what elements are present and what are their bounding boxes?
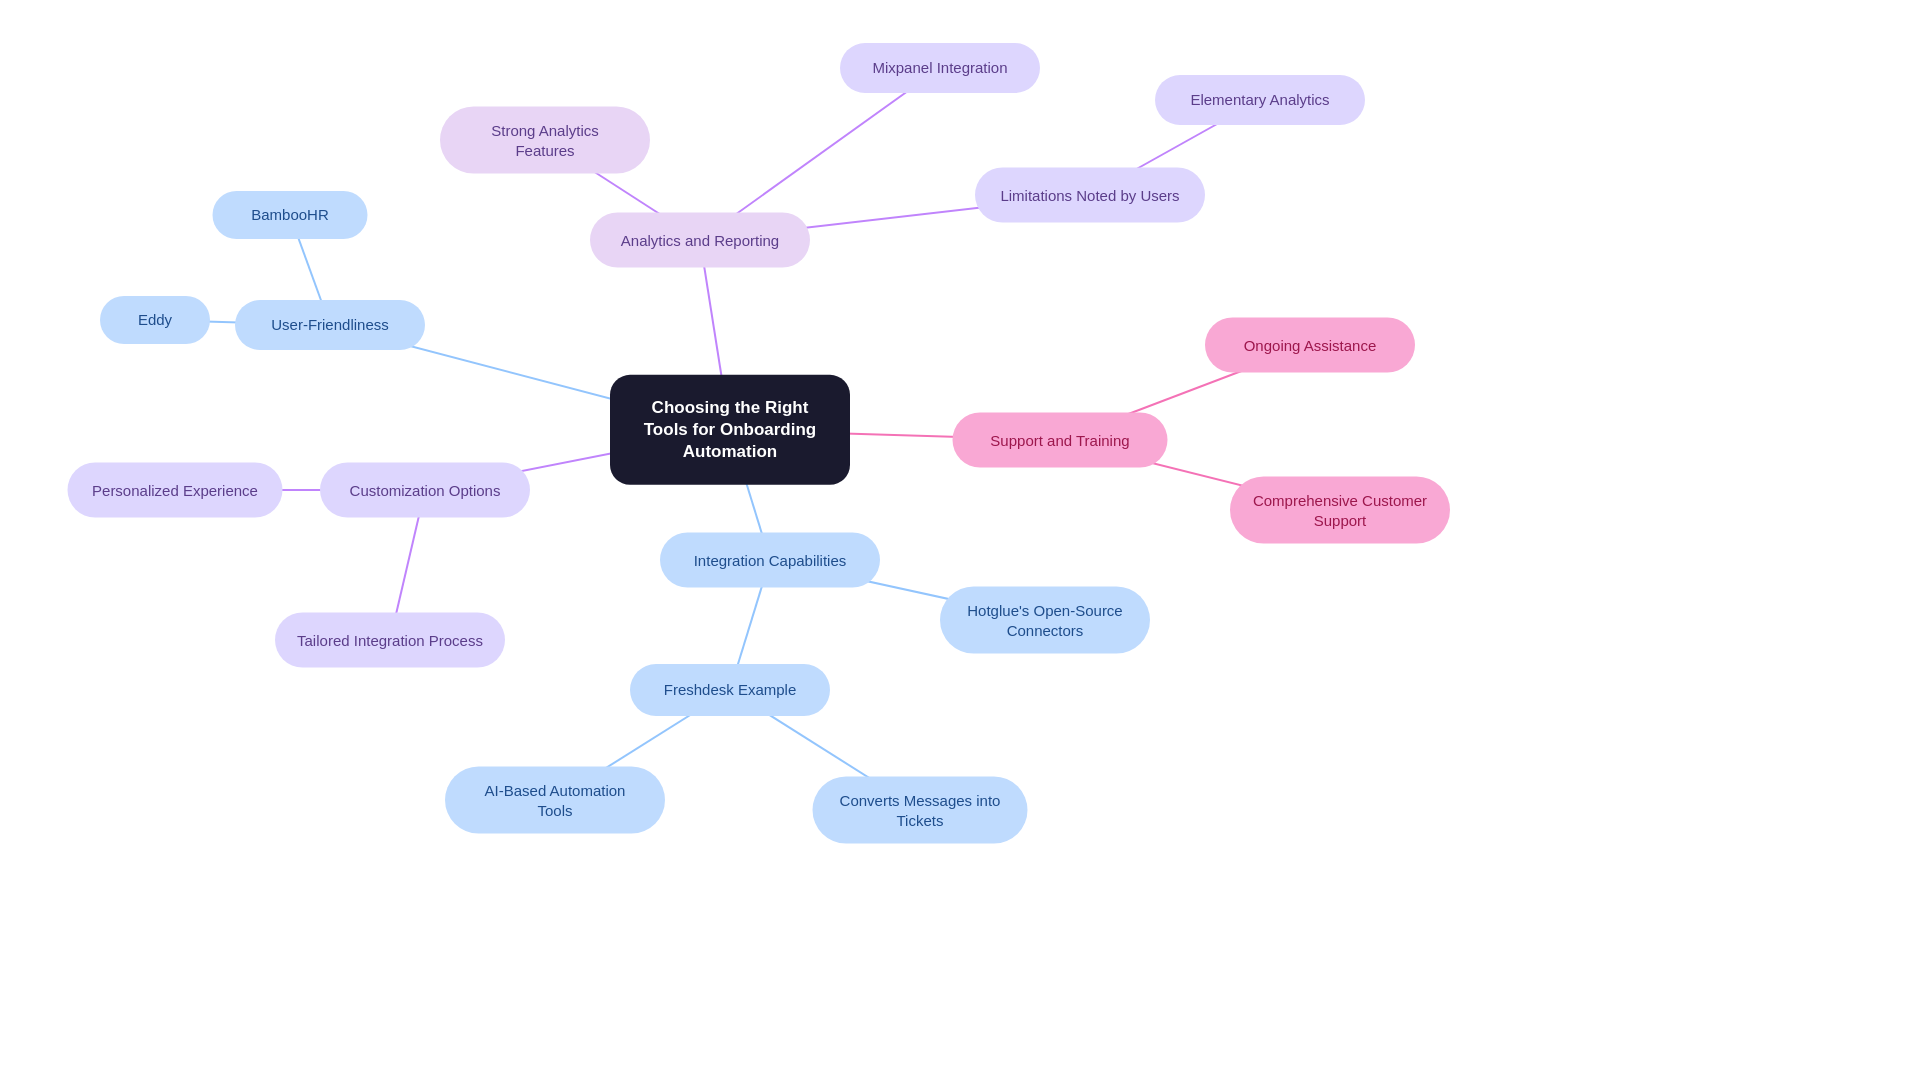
node-limitationsNoted: Limitations Noted by Users [975, 168, 1205, 223]
node-aiBased: AI-Based Automation Tools [445, 767, 665, 834]
node-center: Choosing the Right Tools for Onboarding … [610, 375, 850, 485]
node-elementaryAnalytics: Elementary Analytics [1155, 75, 1365, 125]
node-tailoredIntegration: Tailored Integration Process [275, 613, 505, 668]
node-analyticsReporting: Analytics and Reporting [590, 213, 810, 268]
connections-svg [0, 0, 1920, 1083]
node-hotglue: Hotglue's Open-Source Connectors [940, 587, 1150, 654]
node-comprehensiveSupport: Comprehensive Customer Support [1230, 477, 1450, 544]
node-personalizedExperience: Personalized Experience [68, 463, 283, 518]
node-bambooHR: BambooHR [213, 191, 368, 239]
node-eddy: Eddy [100, 296, 210, 344]
mind-map-container: Choosing the Right Tools for Onboarding … [0, 0, 1920, 1083]
node-ongoingAssistance: Ongoing Assistance [1205, 318, 1415, 373]
node-integrationCapabilities: Integration Capabilities [660, 533, 880, 588]
node-supportTraining: Support and Training [953, 413, 1168, 468]
node-customizationOptions: Customization Options [320, 463, 530, 518]
node-userFriendliness: User-Friendliness [235, 300, 425, 350]
node-strongAnalytics: Strong Analytics Features [440, 107, 650, 174]
node-freshdeskExample: Freshdesk Example [630, 664, 830, 716]
node-convertsMessages: Converts Messages into Tickets [813, 777, 1028, 844]
node-mixpanel: Mixpanel Integration [840, 43, 1040, 93]
